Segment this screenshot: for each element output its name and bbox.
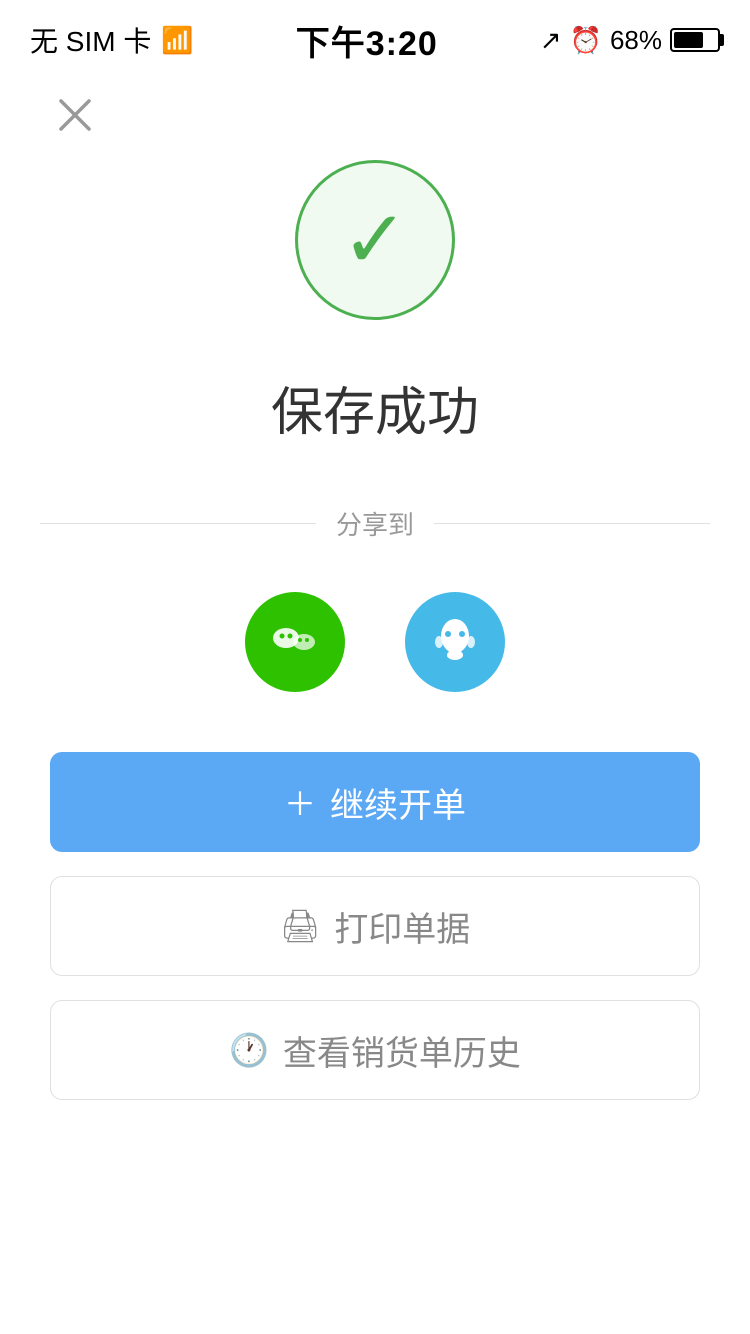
- wifi-icon: 📶: [161, 25, 193, 56]
- share-icons: [40, 592, 710, 692]
- status-right: ↗ ⏰ 68%: [540, 25, 720, 56]
- share-divider: 分享到: [40, 505, 710, 542]
- divider-line-left: [40, 523, 316, 524]
- status-bar: 无 SIM 卡 📶 下午3:20 ↗ ⏰ 68%: [0, 0, 750, 80]
- battery-percent: 68%: [610, 25, 662, 56]
- checkmark-icon: ✓: [341, 200, 408, 280]
- plus-icon: ＋: [284, 779, 316, 825]
- status-left: 无 SIM 卡 📶: [30, 20, 194, 60]
- share-section: 分享到: [0, 505, 750, 692]
- continue-button[interactable]: ＋ 继续开单: [50, 752, 700, 852]
- battery-container: [670, 28, 720, 52]
- status-time: 下午3:20: [296, 16, 438, 65]
- success-title: 保存成功: [271, 370, 479, 445]
- battery-fill: [674, 32, 703, 48]
- no-sim-label: 无 SIM 卡: [30, 20, 151, 60]
- close-button[interactable]: [50, 90, 100, 140]
- history-label: 查看销货单历史: [283, 1026, 521, 1075]
- close-icon: [57, 97, 93, 133]
- qq-icon: [427, 614, 483, 670]
- alarm-icon: ⏰: [570, 25, 602, 56]
- action-buttons: ＋ 继续开单 🖨 打印单据 🕐 查看销货单历史: [0, 752, 750, 1100]
- history-icon: 🕐: [229, 1031, 269, 1069]
- history-button[interactable]: 🕐 查看销货单历史: [50, 1000, 700, 1100]
- qq-share-button[interactable]: [405, 592, 505, 692]
- print-icon: 🖨: [280, 907, 321, 945]
- battery-bar: [670, 28, 720, 52]
- continue-label: 继续开单: [330, 778, 466, 827]
- print-button[interactable]: 🖨 打印单据: [50, 876, 700, 976]
- main-content: ✓ 保存成功 分享到: [0, 80, 750, 1100]
- success-circle: ✓: [295, 160, 455, 320]
- divider-line-right: [434, 523, 710, 524]
- wechat-share-button[interactable]: [245, 592, 345, 692]
- share-label: 分享到: [316, 505, 434, 542]
- print-label: 打印单据: [334, 902, 470, 951]
- wechat-icon: [267, 614, 323, 670]
- location-icon: ↗: [540, 25, 562, 56]
